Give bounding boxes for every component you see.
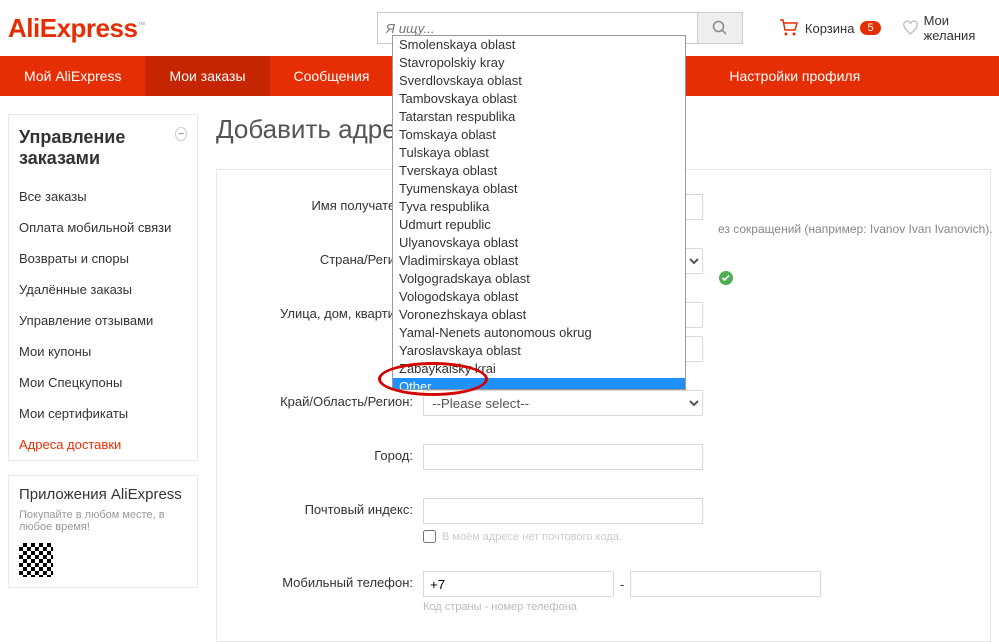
phone-number-field[interactable]: [630, 571, 821, 597]
sidebar-item-all-orders[interactable]: Все заказы: [9, 181, 197, 212]
label-zip: Почтовый индекс:: [233, 498, 423, 517]
sidebar-item-special-coupons[interactable]: Мои Спецкупоны: [9, 367, 197, 398]
wishlist-link[interactable]: Мои желания: [903, 13, 991, 43]
tab-my-aliexpress[interactable]: Мой AliExpress: [0, 56, 145, 96]
region-option[interactable]: Vladimirskaya oblast: [393, 252, 685, 270]
region-option[interactable]: Ulyanovskaya oblast: [393, 234, 685, 252]
zip-field[interactable]: [423, 498, 703, 524]
sidebar-title: Управление заказами: [19, 127, 175, 169]
cart-icon: [779, 19, 799, 37]
wishlist-label: Мои желания: [924, 13, 991, 43]
phone-country-code[interactable]: [423, 571, 614, 597]
cart-link[interactable]: Корзина 5: [779, 19, 881, 37]
app-card-title: Приложения AliExpress: [19, 486, 187, 503]
sidebar-item-returns[interactable]: Возвраты и споры: [9, 243, 197, 274]
region-option[interactable]: Tulskaya oblast: [393, 144, 685, 162]
region-option[interactable]: Yaroslavskaya oblast: [393, 342, 685, 360]
region-option[interactable]: Tyumenskaya oblast: [393, 180, 685, 198]
sidebar-item-coupons[interactable]: Мои купоны: [9, 336, 197, 367]
sidebar-item-deleted-orders[interactable]: Удалённые заказы: [9, 274, 197, 305]
region-option[interactable]: Sverdlovskaya oblast: [393, 72, 685, 90]
logo-text: AliExpress: [8, 13, 137, 43]
region-option[interactable]: Tatarstan respublika: [393, 108, 685, 126]
region-option[interactable]: Yamal-Nenets autonomous okrug: [393, 324, 685, 342]
sidebar-item-certificates[interactable]: Мои сертификаты: [9, 398, 197, 429]
region-option[interactable]: Tyva respublika: [393, 198, 685, 216]
tab-my-orders[interactable]: Мои заказы: [145, 56, 269, 96]
sidebar-item-mobile-payment[interactable]: Оплата мобильной связи: [9, 212, 197, 243]
region-dropdown: Smolenskaya oblastStavropolskiy kraySver…: [392, 35, 686, 390]
region-option[interactable]: Other: [393, 378, 685, 389]
region-option[interactable]: Tverskaya oblast: [393, 162, 685, 180]
recipient-hint-right: ез сокращений (например: Ivanov Ivan Iva…: [718, 222, 993, 236]
phone-hint: Код страны - номер телефона: [423, 601, 703, 613]
cart-label: Корзина: [805, 21, 855, 36]
cart-count-badge: 5: [860, 21, 880, 35]
tab-messages[interactable]: Сообщения: [270, 56, 394, 96]
search-button[interactable]: [697, 12, 743, 44]
city-field[interactable]: [423, 444, 703, 470]
label-phone: Мобильный телефон:: [233, 571, 423, 590]
region-dropdown-list[interactable]: Smolenskaya oblastStavropolskiy kraySver…: [393, 36, 685, 389]
region-option[interactable]: Zabaykalsky krai: [393, 360, 685, 378]
region-select[interactable]: --Please select--: [423, 390, 703, 416]
tab-profile-settings[interactable]: Настройки профиля: [705, 56, 884, 96]
app-card-subtitle: Покупайте в любом месте, в любое время!: [19, 509, 187, 533]
search-icon: [712, 20, 728, 36]
heart-icon: [903, 20, 918, 36]
sidebar-item-shipping-addresses[interactable]: Адреса доставки: [9, 429, 197, 460]
no-zip-checkbox[interactable]: [423, 530, 436, 543]
sidebar-item-reviews[interactable]: Управление отзывами: [9, 305, 197, 336]
region-option[interactable]: Volgogradskaya oblast: [393, 270, 685, 288]
region-option[interactable]: Tambovskaya oblast: [393, 90, 685, 108]
qr-code: [19, 543, 53, 577]
collapse-icon[interactable]: −: [175, 127, 187, 141]
region-option[interactable]: Smolenskaya oblast: [393, 36, 685, 54]
label-region: Край/Область/Регион:: [233, 390, 423, 409]
no-zip-label: В моём адресе нет почтового кода.: [442, 531, 622, 543]
phone-dash: -: [620, 577, 624, 592]
region-option[interactable]: Stavropolskiy kray: [393, 54, 685, 72]
region-option[interactable]: Vologodskaya oblast: [393, 288, 685, 306]
trademark: ™: [137, 20, 145, 29]
region-option[interactable]: Voronezhskaya oblast: [393, 306, 685, 324]
logo[interactable]: AliExpress™: [8, 13, 145, 44]
region-option[interactable]: Udmurt republic: [393, 216, 685, 234]
label-city: Город:: [233, 444, 423, 463]
country-valid-icon: [718, 270, 734, 289]
region-option[interactable]: Tomskaya oblast: [393, 126, 685, 144]
